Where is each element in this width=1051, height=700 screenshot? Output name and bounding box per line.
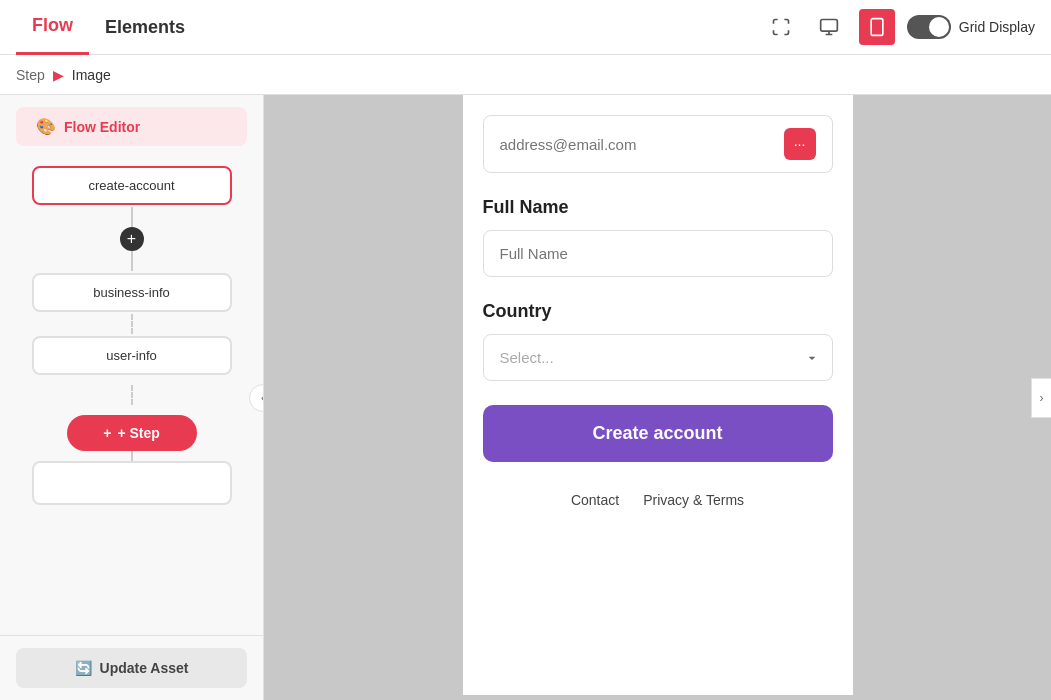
breadcrumb-step[interactable]: Step <box>16 67 45 83</box>
add-step-label: + Step <box>117 425 159 441</box>
top-nav-tabs: Flow Elements <box>16 0 201 55</box>
flow-node-user-info-label: user-info <box>106 348 157 363</box>
flow-node-user-info[interactable]: user-info <box>32 336 232 375</box>
top-nav: Flow Elements Grid Display <box>0 0 1051 55</box>
step-row: + + Step <box>67 407 197 451</box>
country-label: Country <box>483 301 833 322</box>
breadcrumb: Step ▶ Image <box>0 55 1051 95</box>
desktop-icon[interactable] <box>811 9 847 45</box>
flow-editor-icon: 🎨 <box>36 117 56 136</box>
svg-rect-1 <box>871 19 883 36</box>
flow-node-create-account[interactable]: create-account <box>32 166 232 205</box>
flow-line-dashed-2 <box>131 385 133 405</box>
fullscreen-icon[interactable] <box>763 9 799 45</box>
full-name-input[interactable] <box>483 230 833 277</box>
contact-link[interactable]: Contact <box>571 492 619 508</box>
update-asset-label: Update Asset <box>100 660 189 676</box>
flow-node-business-info-label: business-info <box>93 285 170 300</box>
update-asset-icon: 🔄 <box>75 660 92 676</box>
device-frame: ··· Full Name Country Select... Create a… <box>463 95 853 695</box>
main-area: 🎨 Flow Editor create-account + business-… <box>0 95 1051 700</box>
update-asset-button[interactable]: 🔄 Update Asset <box>16 648 247 688</box>
full-name-label: Full Name <box>483 197 833 218</box>
grid-display-label: Grid Display <box>959 19 1035 35</box>
flow-line <box>131 207 133 227</box>
top-nav-right: Grid Display <box>763 9 1035 45</box>
email-field-row: ··· <box>483 115 833 173</box>
tab-elements[interactable]: Elements <box>89 0 201 55</box>
mobile-icon[interactable] <box>859 9 895 45</box>
grid-display-switch[interactable] <box>907 15 951 39</box>
plus-icon: + <box>103 425 111 441</box>
tab-flow[interactable]: Flow <box>16 0 89 55</box>
create-account-button[interactable]: Create account <box>483 405 833 462</box>
email-input[interactable] <box>500 136 784 153</box>
right-collapse-arrow[interactable]: › <box>1031 378 1051 418</box>
grid-display-toggle[interactable]: Grid Display <box>907 15 1035 39</box>
breadcrumb-arrow: ▶ <box>53 67 64 83</box>
email-options-icon: ··· <box>794 136 806 152</box>
flow-line-dashed <box>131 314 133 334</box>
email-options-button[interactable]: ··· <box>784 128 816 160</box>
sidebar: 🎨 Flow Editor create-account + business-… <box>0 95 264 700</box>
add-step-button[interactable]: + + Step <box>67 415 197 451</box>
flow-connector-3 <box>131 385 133 405</box>
flow-line-dashed-3 <box>131 451 133 461</box>
step-area: + + Step <box>32 383 232 505</box>
privacy-terms-link[interactable]: Privacy & Terms <box>643 492 744 508</box>
flow-node-placeholder[interactable] <box>32 461 232 505</box>
flow-editor-button[interactable]: 🎨 Flow Editor <box>16 107 247 146</box>
sidebar-bottom: 🔄 Update Asset <box>0 635 263 700</box>
flow-node-business-info[interactable]: business-info <box>32 273 232 312</box>
preview-area: ··· Full Name Country Select... Create a… <box>264 95 1051 700</box>
flow-line-2 <box>131 251 133 271</box>
country-select[interactable]: Select... <box>483 334 833 381</box>
sidebar-scroll: 🎨 Flow Editor create-account + business-… <box>0 95 263 635</box>
flow-add-button[interactable]: + <box>120 227 144 251</box>
flow-connector-1: + <box>120 207 144 271</box>
flow-editor-label: Flow Editor <box>64 119 140 135</box>
flow-connector-2 <box>131 314 133 334</box>
flow-node-create-account-label: create-account <box>89 178 175 193</box>
footer-links: Contact Privacy & Terms <box>483 492 833 508</box>
svg-rect-0 <box>820 20 837 32</box>
breadcrumb-image[interactable]: Image <box>72 67 111 83</box>
